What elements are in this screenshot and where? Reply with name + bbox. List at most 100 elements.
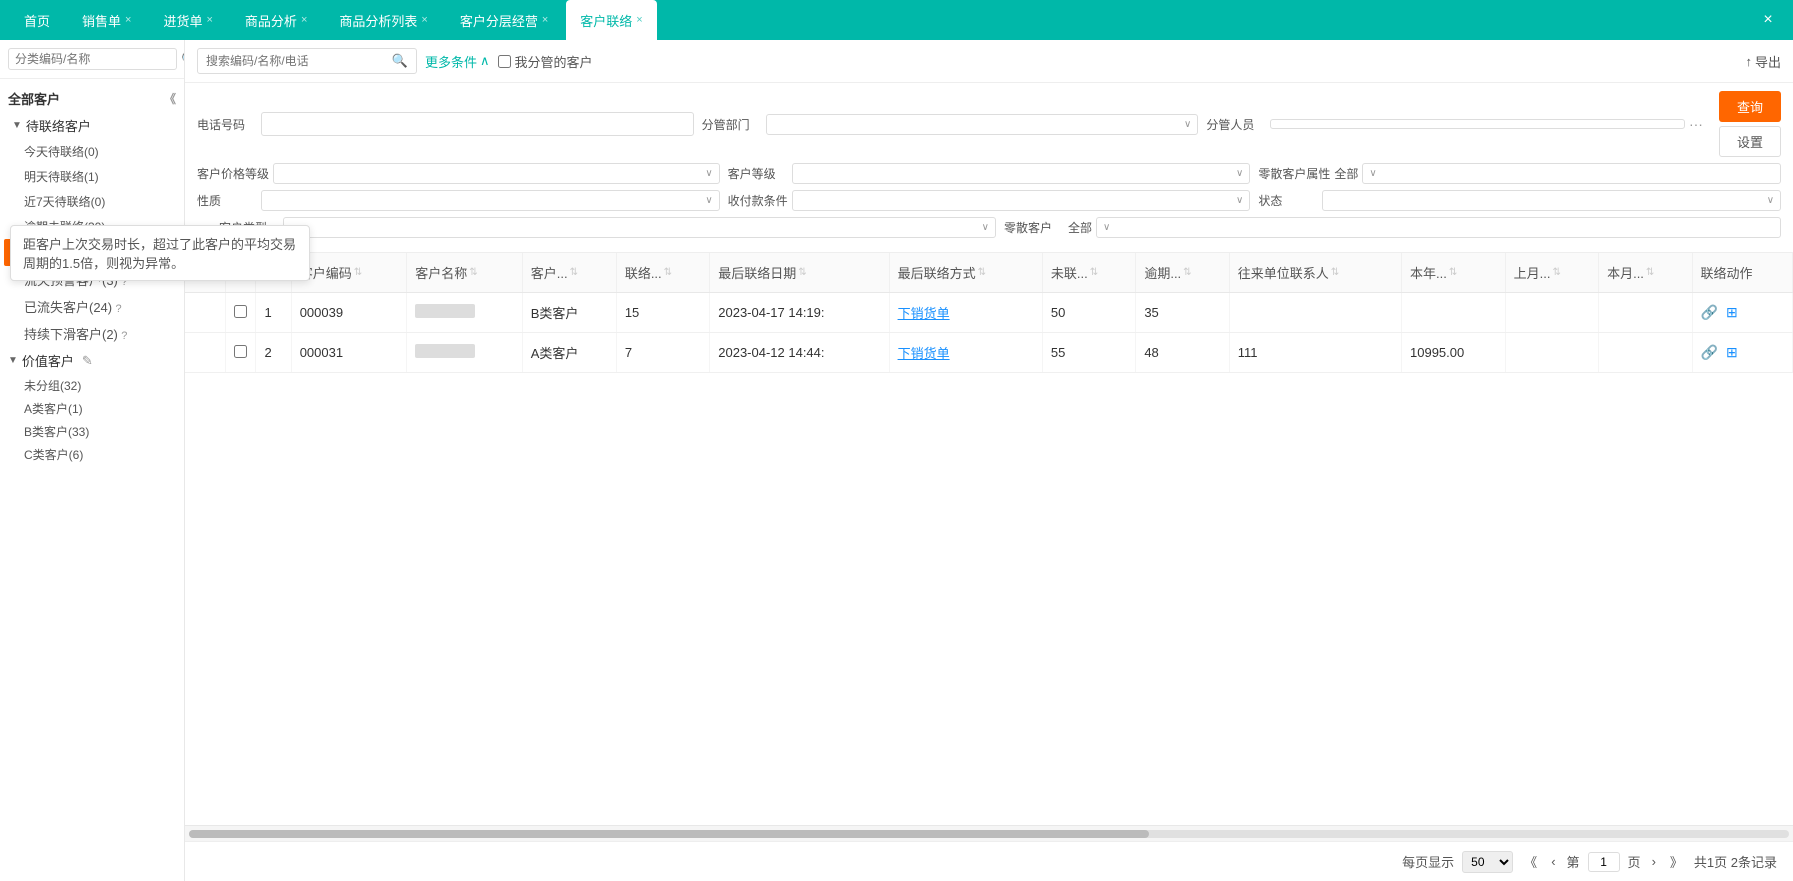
nav-tab-goods-analysis[interactable]: 商品分析 × [231,0,321,40]
filter-manager-dots[interactable]: ··· [1689,116,1703,132]
row-action-grid-1[interactable]: ⊞ [1726,344,1738,361]
row-num-0: 1 [256,293,291,333]
sidebar-item-a-class[interactable]: A类客户(1) [0,397,184,420]
filter-retail-customer-select[interactable]: ∨ [1096,217,1781,238]
my-customer-checkbox[interactable] [498,55,511,68]
settings-button[interactable]: 设置 [1719,126,1781,157]
per-page-select[interactable]: 50 20 100 [1462,851,1513,873]
filter-status-label: 状态 [1258,192,1318,209]
filter-price-level-select[interactable]: ∨ [273,163,720,184]
filter-retail-attr: 零散客户属性 全部 ∨ [1258,163,1781,184]
sidebar-item-today[interactable]: 今天待联络(0) [0,139,184,164]
first-page-btn[interactable]: 《 [1521,852,1540,871]
filter-phone-input[interactable] [261,112,694,136]
row-action-1: 🔗 ⊞ [1692,333,1792,373]
nav-tab-customer-layer[interactable]: 客户分层经营 × [446,0,562,40]
filter-manager-label: 分管人员 [1206,116,1266,133]
all-customers-label[interactable]: 全部客户 [8,89,60,108]
filter-payment-select[interactable]: ∨ [792,190,1251,211]
last-page-btn[interactable]: 》 [1667,852,1686,871]
filter-manager-select[interactable] [1270,119,1685,129]
per-page-label: 每页显示 [1402,852,1454,871]
sidebar-collapse-icon[interactable]: 《 [164,90,176,107]
row-last-contact-way-0[interactable]: 下销货单 [889,293,1042,333]
filter-dept-select[interactable]: ∨ [766,114,1199,135]
filter-retail-attr-select[interactable]: ∨ [1362,163,1781,184]
filter-retail-attr-value: 全部 [1334,165,1358,182]
customer-level-arrow: ∨ [1236,168,1243,179]
close-purchase-tab[interactable]: × [206,14,212,26]
nav-tab-sales[interactable]: 销售单 × [68,0,145,40]
row-name-1[interactable] [407,333,523,373]
nature-arrow: ∨ [705,195,712,206]
sidebar-item-7days[interactable]: 近7天待联络(0) [0,189,184,214]
value-edit-icon[interactable]: ✎ [82,353,93,369]
page-input[interactable] [1588,852,1620,872]
customer-table: ⚙ 客户编码⇅ 客户名称⇅ 客户...⇅ [185,253,1793,373]
th-past-contact[interactable]: 往来单位联系人⇅ [1229,253,1401,293]
scrollbar-track[interactable] [189,830,1789,838]
sidebar-item-ungrouped[interactable]: 未分组(32) [0,374,184,397]
th-contact[interactable]: 联络...⇅ [616,253,709,293]
sidebar-item-declining[interactable]: 持续下滑客户(2) ? [0,320,184,347]
close-goods-list-tab[interactable]: × [421,14,427,26]
row-past-contact-1: 111 [1229,333,1401,373]
row-checkbox-input-0[interactable] [234,305,247,318]
table-row: 2 000031 A类客户 7 2023-04-12 14:44: 下销货单 5… [185,333,1793,373]
next-page-btn[interactable]: › [1649,854,1659,869]
nav-home[interactable]: 首页 [10,11,64,30]
row-action-link-1[interactable]: 🔗 [1701,344,1718,361]
close-customer-layer-tab[interactable]: × [542,14,548,26]
row-name-0[interactable] [407,293,523,333]
th-last-contact-way[interactable]: 最后联络方式⇅ [889,253,1042,293]
filter-retail-attr-label: 零散客户属性 [1258,165,1330,182]
search-main-icon[interactable]: 🔍 [392,53,408,69]
sidebar-item-tomorrow[interactable]: 明天待联络(1) [0,164,184,189]
filter-customer-type-select[interactable]: ∨ [283,217,996,238]
filter-nature-select[interactable]: ∨ [261,190,720,211]
filter-customer-level-select[interactable]: ∨ [792,163,1251,184]
row-last-contact-way-1[interactable]: 下销货单 [889,333,1042,373]
row-action-link-0[interactable]: 🔗 [1701,304,1718,321]
query-button[interactable]: 查询 [1719,91,1781,122]
nav-tab-customer-contact[interactable]: 客户联络 × [566,0,656,40]
export-button[interactable]: ↑ 导出 [1745,52,1781,71]
close-sales-tab[interactable]: × [125,14,131,26]
close-customer-contact-tab[interactable]: × [636,14,642,26]
total-label: 共1页 2条记录 [1694,852,1777,871]
th-last-month[interactable]: 上月...⇅ [1505,253,1598,293]
sidebar-search-input[interactable] [8,48,177,70]
row-code-0[interactable]: 000039 [291,293,407,333]
row-last-contact-date-0: 2023-04-17 14:19: [710,293,889,333]
th-this-month[interactable]: 本月...⇅ [1599,253,1692,293]
row-this-month-0 [1599,293,1692,333]
row-code-1[interactable]: 000031 [291,333,407,373]
window-close-button[interactable]: × [1753,5,1783,35]
sidebar-search-area: 🔍 [0,40,184,79]
search-input-wrap: 🔍 [197,48,417,74]
search-input[interactable] [206,54,388,68]
row-action-grid-0[interactable]: ⊞ [1726,304,1738,321]
nav-tab-goods-list[interactable]: 商品分析列表 × [325,0,441,40]
sidebar-item-b-class[interactable]: B类客户(33) [0,420,184,443]
th-last-contact-date[interactable]: 最后联络日期⇅ [710,253,889,293]
th-name[interactable]: 客户名称⇅ [407,253,523,293]
sidebar-item-c-class[interactable]: C类客户(6) [0,443,184,466]
sidebar-tree: 全部客户 《 ▼ 待联络客户 今天待联络(0) 明天待联络(1) 近7天待联络(… [0,79,184,881]
filter-phone: 电话号码 [197,112,694,136]
th-this-year[interactable]: 本年...⇅ [1402,253,1506,293]
sidebar-item-lost[interactable]: 已流失客户(24) ? [0,293,184,320]
filter-status-select[interactable]: ∨ [1322,190,1781,211]
tree-pending-contact[interactable]: ▼ 待联络客户 [0,112,184,139]
nav-tab-purchase[interactable]: 进货单 × [149,0,226,40]
close-goods-tab[interactable]: × [301,14,307,26]
th-overdue[interactable]: 逾期...⇅ [1136,253,1229,293]
row-checkbox-input-1[interactable] [234,345,247,358]
row-type-0: B类客户 [522,293,616,333]
prev-page-btn[interactable]: ‹ [1548,854,1558,869]
filter-more-btn[interactable]: 更多条件 ∧ [425,52,490,71]
th-unreached[interactable]: 未联...⇅ [1042,253,1135,293]
scrollbar-thumb[interactable] [189,830,1149,838]
retail-customer-arrow: ∨ [1103,222,1110,233]
th-type[interactable]: 客户...⇅ [522,253,616,293]
